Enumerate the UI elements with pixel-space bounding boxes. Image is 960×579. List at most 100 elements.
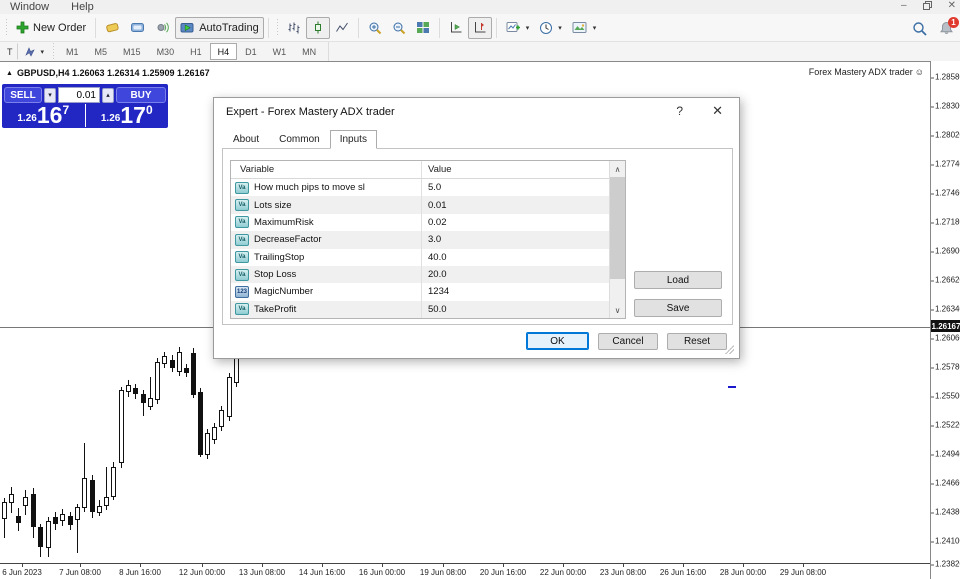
tab-inputs[interactable]: Inputs [330,130,377,149]
dialog-title-bar[interactable]: Expert - Forex Mastery ADX trader [214,98,739,125]
timeframe-button-d1[interactable]: D1 [237,43,265,60]
input-row[interactable]: VaLots size0.01 [231,196,625,213]
sell-button[interactable]: SELL [4,87,42,103]
input-variable-cell: VaDecreaseFactor [231,234,421,246]
time-axis-label: 28 Jun 00:00 [720,568,766,577]
deposit-button[interactable] [100,17,125,39]
buy-price[interactable]: 1.26 17 0 [86,104,169,127]
time-axis-tick [743,564,744,567]
text-tool-icon[interactable]: T [2,43,18,60]
menu-help[interactable]: Help [71,1,94,13]
input-value-cell[interactable]: 50.0 [421,301,625,318]
volume-increase-button[interactable]: ▴ [102,88,114,103]
input-value-cell[interactable]: 20.0 [421,266,625,283]
toolbar-grip[interactable] [4,19,9,37]
input-row[interactable]: 123MagicNumber1234 [231,283,625,300]
ea-smiley-icon[interactable]: ☺ [915,67,924,77]
time-axis-label: 20 Jun 16:00 [480,568,526,577]
auto-scroll-button[interactable] [444,17,468,39]
input-row[interactable]: VaDecreaseFactor3.0 [231,231,625,248]
input-value-cell[interactable]: 40.0 [421,249,625,266]
load-button[interactable]: Load [634,271,722,289]
time-axis-tick [683,564,684,567]
dialog-close-button[interactable]: ✕ [712,103,723,119]
sell-price[interactable]: 1.26 16 7 [2,104,86,127]
candle-body [148,398,153,407]
input-row[interactable]: VaTrailingStop40.0 [231,249,625,266]
input-value-cell[interactable]: 5.0 [421,179,625,196]
number-parameter-icon: 123 [235,286,249,298]
signals-button[interactable] [150,17,175,39]
time-axis-tick [503,564,504,567]
scroll-down-button[interactable]: ∨ [610,302,625,318]
buy-button[interactable]: BUY [116,87,166,103]
input-row[interactable]: VaStop Loss20.0 [231,266,625,283]
reset-button[interactable]: Reset [667,333,727,350]
price-axis[interactable]: 1.26167 1.285801.283001.280201.277401.27… [930,61,960,579]
tab-common[interactable]: Common [269,131,330,149]
time-axis[interactable]: 6 Jun 20237 Jun 08:008 Jun 16:0012 Jun 0… [0,563,930,579]
virtual-hosting-button[interactable] [125,17,150,39]
save-button[interactable]: Save [634,299,722,317]
scrollbar-track[interactable] [610,177,625,302]
volume-decrease-button[interactable]: ▾ [44,88,56,103]
time-axis-label: 13 Jun 08:00 [239,568,285,577]
cursor-tools-dropdown[interactable]: ▾ [18,43,50,60]
toolbar-grip[interactable] [51,43,56,61]
time-axis-tick [80,564,81,567]
time-axis-tick [322,564,323,567]
time-axis-tick [623,564,624,567]
input-variable-cell: 123MagicNumber [231,286,421,298]
dialog-resize-grip[interactable] [725,345,734,354]
candle-body [219,410,224,427]
tab-about[interactable]: About [223,131,269,149]
input-value-cell[interactable]: 1234 [421,283,625,300]
input-row[interactable]: VaTakeProfit50.0 [231,301,625,318]
input-row[interactable]: VaMaximumRisk0.02 [231,214,625,231]
indicators-dropdown[interactable]: ▾ [501,17,535,39]
notifications-button[interactable]: 1 [939,21,954,35]
timeframe-button-w1[interactable]: W1 [265,43,295,60]
line-chart-mode-button[interactable] [330,17,354,39]
candlestick-mode-button[interactable] [306,17,330,39]
autotrading-toggle[interactable]: AutoTrading [175,17,264,39]
bar-chart-mode-button[interactable] [282,17,306,39]
timeframe-button-m5[interactable]: M5 [87,43,116,60]
volume-input[interactable] [58,87,100,103]
timeframe-button-h4[interactable]: H4 [210,43,238,60]
autotrading-play-icon [180,21,195,34]
search-icon[interactable] [912,21,927,36]
ok-button[interactable]: OK [526,332,589,350]
input-row[interactable]: VaHow much pips to move sl5.0 [231,179,625,196]
candle-body [184,368,189,373]
scrollbar-thumb[interactable] [610,177,625,279]
dialog-help-button[interactable]: ? [676,104,683,118]
tile-windows-button[interactable] [411,17,435,39]
scroll-up-button[interactable]: ∧ [610,161,625,177]
zoom-out-button[interactable] [387,17,411,39]
timeframe-button-m15[interactable]: M15 [115,43,149,60]
restore-button[interactable] [923,1,932,10]
menu-window[interactable]: Window [10,1,49,13]
candle-body [170,360,175,368]
timeframe-button-h1[interactable]: H1 [182,43,210,60]
minimize-button[interactable]: – [901,0,907,11]
close-window-button[interactable]: ✕ [948,0,956,11]
input-value-cell[interactable]: 3.0 [421,231,625,248]
templates-dropdown[interactable]: ▾ [567,17,602,39]
timeframe-button-m1[interactable]: M1 [58,43,87,60]
input-value-cell[interactable]: 0.02 [421,214,625,231]
toolbar-grip[interactable] [275,19,280,37]
candle-body [53,517,58,524]
new-order-button[interactable]: New Order [11,17,91,39]
collapse-panel-icon[interactable]: ▲ [6,70,13,77]
input-value-cell[interactable]: 0.01 [421,196,625,213]
candle-body [198,392,203,455]
timeframe-button-mn[interactable]: MN [294,43,324,60]
periods-dropdown[interactable]: ▾ [534,17,567,39]
zoom-in-button[interactable] [363,17,387,39]
cancel-button[interactable]: Cancel [598,333,658,350]
chart-shift-button[interactable] [468,17,492,39]
time-axis-tick [262,564,263,567]
timeframe-button-m30[interactable]: M30 [149,43,183,60]
